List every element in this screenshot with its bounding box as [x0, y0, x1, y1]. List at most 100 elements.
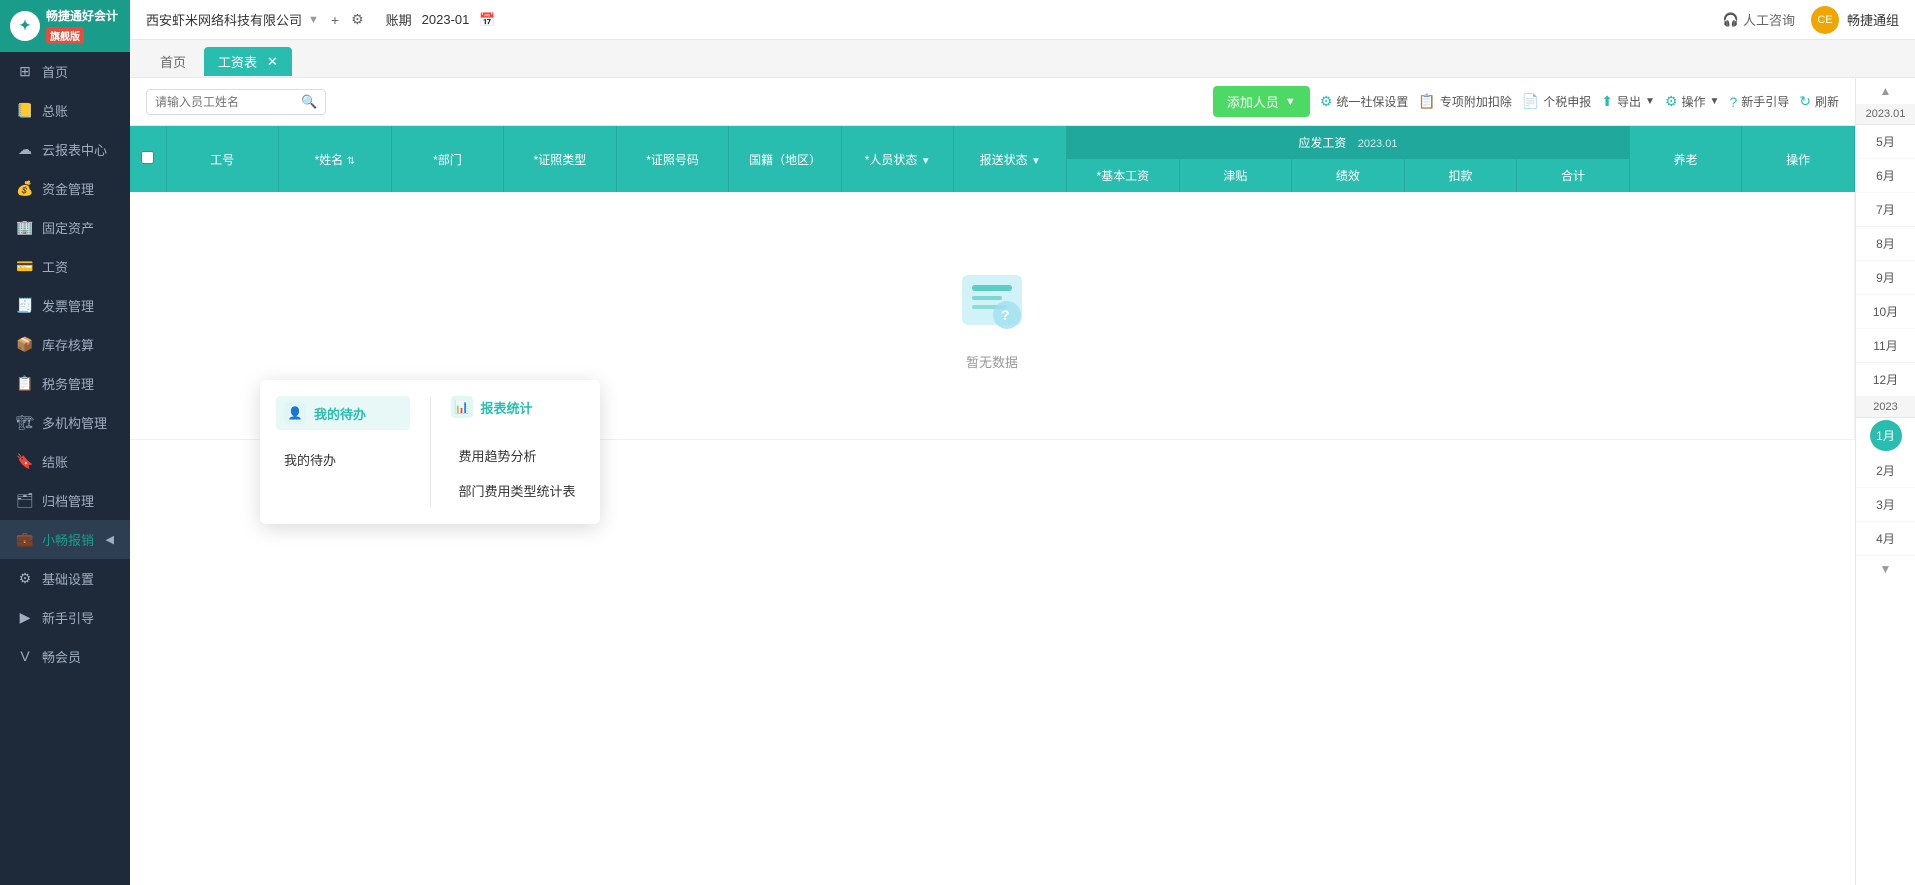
col-status[interactable]: *人员状态 ▼ — [841, 126, 954, 192]
select-all-header[interactable] — [130, 126, 166, 192]
social-security-btn[interactable]: ⚙ 统一社保设置 — [1320, 93, 1409, 110]
sidebar-item-inventory[interactable]: 📦 库存核算 — [0, 325, 130, 364]
calendar-icon: 📅 — [479, 12, 495, 28]
popup-reports-header[interactable]: 📊 报表统计 — [451, 396, 585, 426]
app-logo: ✦ 畅捷通好会计 旗舰版 — [0, 0, 130, 52]
popup-col-reports: 📊 报表统计 费用趋势分析 部门费用类型统计表 — [451, 396, 585, 508]
month-aug[interactable]: 8月 — [1856, 227, 1915, 261]
sidebar-item-invoice[interactable]: 🧾 发票管理 — [0, 286, 130, 325]
tax-icon: 📋 — [16, 375, 34, 392]
tax-return-btn[interactable]: 📄 个税申报 — [1522, 93, 1591, 110]
month-mar[interactable]: 3月 — [1856, 488, 1915, 522]
social-icon: ⚙ — [1320, 93, 1333, 110]
app-title: 畅捷通好会计 — [46, 8, 118, 25]
special-deduction-btn[interactable]: 📋 专项附加扣除 — [1418, 93, 1511, 110]
add-dropdown-icon: ▼ — [1285, 96, 1296, 108]
period-selector[interactable]: 账期 2023-01 📅 — [386, 10, 496, 29]
col-total: 合计 — [1517, 159, 1630, 192]
col-ops: 操作 — [1742, 126, 1855, 192]
topbar-setting-icon[interactable]: ⚙ — [351, 11, 364, 28]
sidebar-item-multi-org[interactable]: 🏗 多机构管理 — [0, 403, 130, 442]
sidebar-item-salary[interactable]: 💳 工资 — [0, 247, 130, 286]
inventory-icon: 📦 — [16, 336, 34, 353]
company-selector[interactable]: 西安虾米网络科技有限公司 ▼ — [146, 10, 319, 29]
avatar-text: CE — [1817, 14, 1832, 26]
month-jun[interactable]: 6月 — [1856, 159, 1915, 193]
sidebar-item-archive[interactable]: 🗂 归档管理 — [0, 481, 130, 520]
social-label: 统一社保设置 — [1336, 93, 1408, 110]
month-sep[interactable]: 9月 — [1856, 261, 1915, 295]
report-filter-icon: ▼ — [1031, 156, 1041, 167]
search-input[interactable] — [155, 95, 295, 109]
user-name: 畅捷通组 — [1847, 10, 1899, 29]
period-value: 2023-01 — [422, 12, 470, 27]
col-name[interactable]: *姓名 ⇅ — [279, 126, 392, 192]
popup-todo-item[interactable]: 我的待办 — [276, 442, 410, 477]
sidebar-label-member: 畅会员 — [42, 647, 81, 666]
month-nov[interactable]: 11月 — [1856, 329, 1915, 363]
user-area: CE 畅捷通组 — [1811, 6, 1899, 34]
fixed-assets-icon: 🏢 — [16, 219, 34, 236]
sidebar-item-cloud-report[interactable]: ☁ 云报表中心 — [0, 130, 130, 169]
sidebar-item-closing[interactable]: 🔖 结账 — [0, 442, 130, 481]
guide-icon: ▶ — [16, 609, 34, 626]
company-name: 西安虾米网络科技有限公司 — [146, 10, 302, 29]
sidebar-label-inventory: 库存核算 — [42, 335, 94, 354]
tab-salary[interactable]: 工资表 ✕ — [204, 47, 292, 76]
search-box[interactable]: 🔍 — [146, 89, 326, 115]
sidebar-item-fixed-assets[interactable]: 🏢 固定资产 — [0, 208, 130, 247]
empty-icon: ? — [952, 260, 1032, 340]
refresh-btn[interactable]: ↻ 刷新 — [1799, 93, 1839, 110]
add-person-button[interactable]: 添加人员 ▼ — [1213, 86, 1310, 117]
name-sort-icon: ⇅ — [347, 156, 355, 167]
svg-text:?: ? — [1001, 307, 1010, 323]
status-sort-icon: ▼ — [921, 156, 931, 167]
sidebar-item-member[interactable]: V 畅会员 — [0, 637, 130, 676]
month-feb[interactable]: 2月 — [1856, 454, 1915, 488]
col-pension: 养老 — [1629, 126, 1742, 192]
sidebar-item-tax[interactable]: 📋 税务管理 — [0, 364, 130, 403]
month-scroll-down[interactable]: ▼ — [1856, 556, 1915, 582]
month-apr[interactable]: 4月 — [1856, 522, 1915, 556]
month-jul[interactable]: 7月 — [1856, 193, 1915, 227]
col-report[interactable]: 报送状态 ▼ — [954, 126, 1067, 192]
tab-home[interactable]: 首页 — [146, 47, 200, 76]
popup-todo-header[interactable]: 👤 我的待办 — [276, 396, 410, 430]
search-icon: 🔍 — [301, 94, 317, 110]
salary-icon: 💳 — [16, 258, 34, 275]
popup-expense-trend[interactable]: 费用趋势分析 — [451, 438, 585, 473]
guide-btn[interactable]: ? 新手引导 — [1729, 93, 1789, 110]
sidebar-item-guide[interactable]: ▶ 新手引导 — [0, 598, 130, 637]
cloud-icon: ☁ — [16, 141, 34, 158]
sidebar-item-fund[interactable]: 💰 资金管理 — [0, 169, 130, 208]
operations-btn[interactable]: ⚙ 操作 ▼ — [1665, 93, 1719, 110]
col-id-number: *证照号码 — [616, 126, 729, 192]
tabbar: 首页 工资表 ✕ — [130, 40, 1915, 78]
basic-icon: ⚙ — [16, 570, 34, 587]
tab-salary-label: 工资表 — [218, 52, 257, 71]
sidebar: ✦ 畅捷通好会计 旗舰版 ⊞ 首页 📒 总账 ☁ 云报表中心 💰 资金管理 🏢 … — [0, 0, 130, 885]
month-scroll-up[interactable]: ▲ — [1856, 78, 1915, 104]
refresh-icon: ↻ — [1799, 93, 1811, 110]
sidebar-item-ledger[interactable]: 📒 总账 — [0, 91, 130, 130]
tab-salary-close[interactable]: ✕ — [267, 54, 278, 70]
popup-divider — [430, 396, 431, 508]
month-jan[interactable]: 1月 — [1870, 420, 1902, 452]
sidebar-item-expense[interactable]: 💼 小畅报销 ◀ — [0, 520, 130, 559]
sidebar-item-basic[interactable]: ⚙ 基础设置 — [0, 559, 130, 598]
popup-dept-expense[interactable]: 部门费用类型统计表 — [451, 473, 585, 508]
month-oct[interactable]: 10月 — [1856, 295, 1915, 329]
todo-header-icon: 👤 — [284, 402, 306, 424]
select-all-checkbox[interactable] — [141, 151, 154, 164]
sidebar-item-home[interactable]: ⊞ 首页 — [0, 52, 130, 91]
month-may[interactable]: 5月 — [1856, 125, 1915, 159]
support-btn[interactable]: 🎧 人工咨询 — [1723, 10, 1795, 29]
month-dec[interactable]: 12月 — [1856, 363, 1915, 397]
add-label: 添加人员 — [1227, 92, 1279, 111]
popup-menu: 👤 我的待办 我的待办 📊 报表统计 费用趋势分析 部门费用类型统计表 — [260, 380, 600, 524]
sidebar-label-cloud: 云报表中心 — [42, 140, 107, 159]
export-btn[interactable]: ⬆ 导出 ▼ — [1601, 93, 1655, 110]
topbar-add-icon[interactable]: + — [331, 12, 339, 28]
support-label: 人工咨询 — [1743, 10, 1795, 29]
toolbar-actions: 添加人员 ▼ ⚙ 统一社保设置 📋 专项附加扣除 📄 个税申报 — [1213, 86, 1839, 117]
